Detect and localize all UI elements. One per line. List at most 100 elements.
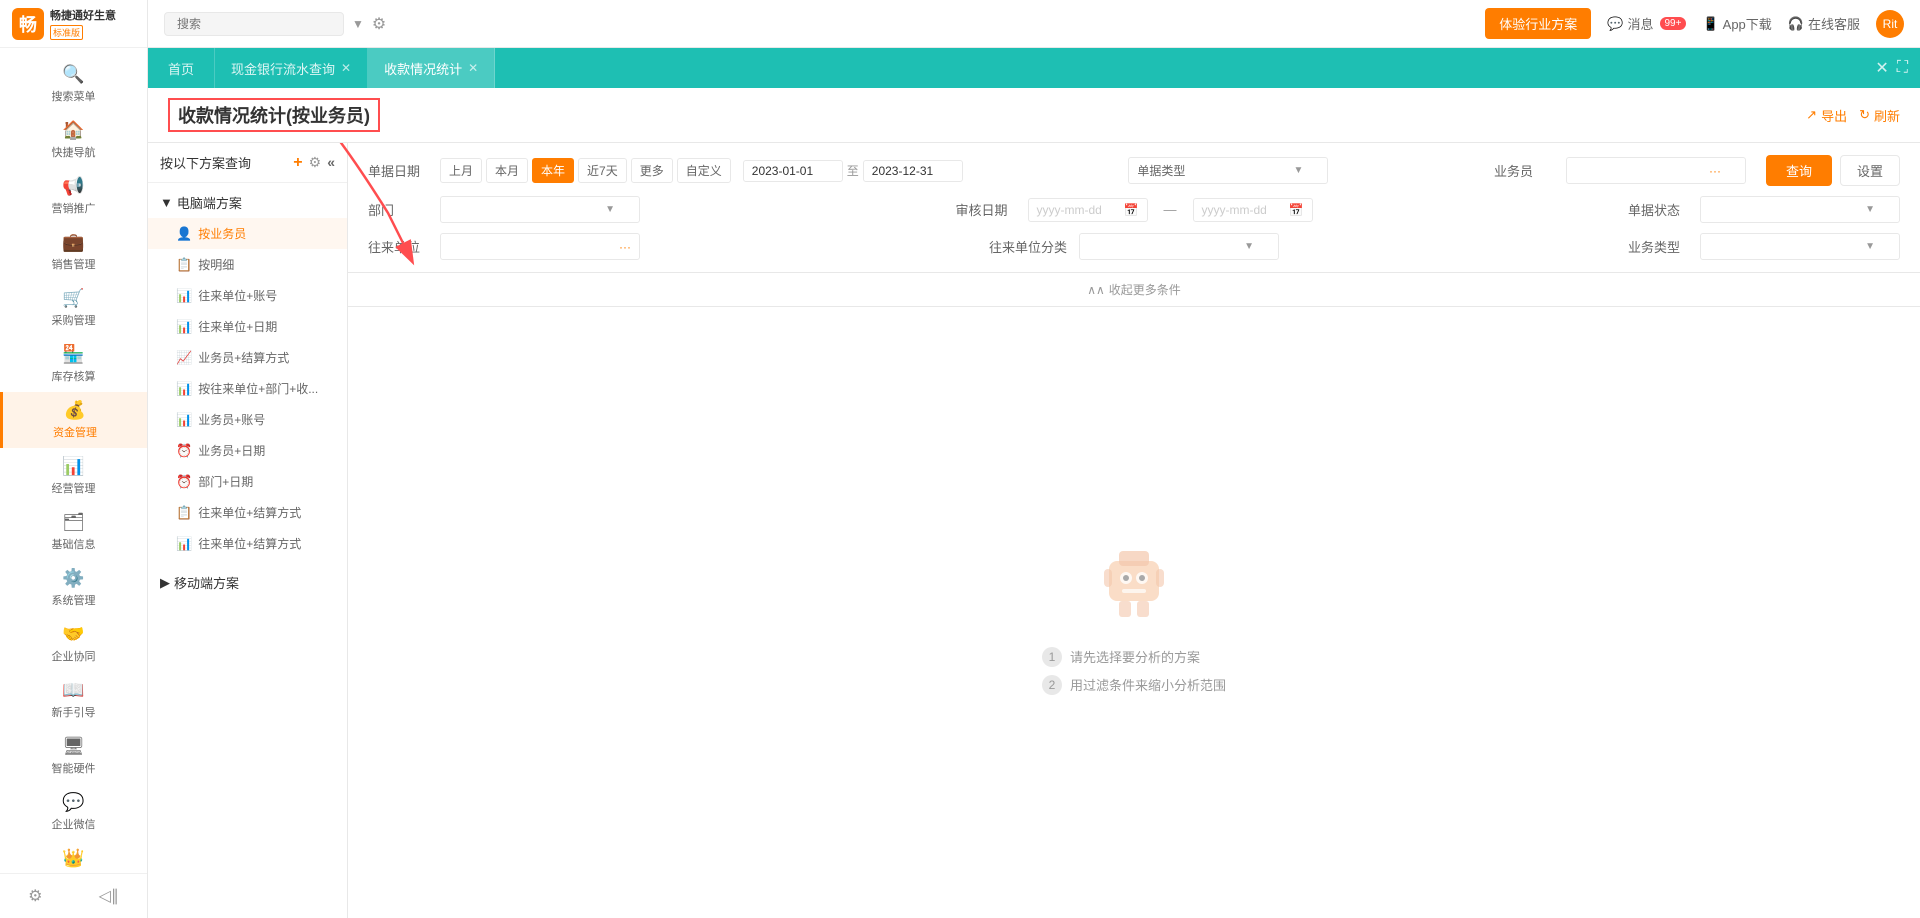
tab-close-bank-flow[interactable]: ✕ xyxy=(341,61,351,75)
scheme-item-by-salesperson[interactable]: 👤 按业务员 xyxy=(148,218,347,249)
empty-state: 1 请先选择要分析的方案 2 用过滤条件来缩小分析范围 xyxy=(348,307,1920,918)
scheme-item-salesperson-account[interactable]: 📊 业务员+账号 xyxy=(148,404,347,435)
date-range-separator: 至 xyxy=(847,162,859,179)
empty-hints: 1 请先选择要分析的方案 2 用过滤条件来缩小分析范围 xyxy=(1042,647,1226,695)
scheme-item-partner-dept-collection[interactable]: 📊 按往来单位+部门+收... xyxy=(148,373,347,404)
scheme-item-partner-settlement2[interactable]: 📊 往来单位+结算方式 xyxy=(148,528,347,559)
scheme-item-partner-settlement1[interactable]: 📋 往来单位+结算方式 xyxy=(148,497,347,528)
business-type-select[interactable]: ▼ xyxy=(1700,233,1900,260)
main-body: 按以下方案查询 + ⚙ « ▼ 电脑端方案 👤 按业务员 xyxy=(148,143,1920,918)
audit-date-from[interactable]: yyyy-mm-dd 📅 xyxy=(1028,198,1148,222)
scheme-item-partner-date[interactable]: 📊 往来单位+日期 xyxy=(148,311,347,342)
operation-icon: 📊 xyxy=(62,456,84,477)
query-button[interactable]: 查询 xyxy=(1766,155,1832,186)
message-btn[interactable]: 💬 消息 99+ xyxy=(1607,14,1686,33)
set-button[interactable]: 设置 xyxy=(1840,155,1900,186)
add-scheme-btn[interactable]: + xyxy=(293,154,302,172)
sidebar-nav: 🔍 搜索菜单 🏠 快捷导航 📢 营销推广 💼 销售管理 🛒 采购管理 🏪 库存核… xyxy=(0,48,147,873)
salesperson-more-btn[interactable]: ··· xyxy=(1709,164,1721,178)
partner-category-label: 往来单位分类 xyxy=(989,237,1067,256)
empty-robot-icon xyxy=(1084,531,1184,631)
scheme-settings-btn[interactable]: ⚙ xyxy=(309,154,322,172)
refresh-button[interactable]: ↻ 刷新 xyxy=(1859,106,1900,125)
audit-date-to[interactable]: yyyy-mm-dd 📅 xyxy=(1193,198,1313,222)
hint-num-1: 1 xyxy=(1042,647,1062,667)
date-from-input[interactable] xyxy=(743,160,843,182)
this-month-btn[interactable]: 本月 xyxy=(486,158,528,183)
partner-dept-icon: 📊 xyxy=(176,381,192,397)
page-header: 收款情况统计(按业务员) ↗ 导出 ↻ 刷新 xyxy=(148,88,1920,143)
user-avatar[interactable]: Rit xyxy=(1876,10,1904,38)
left-panel-action-group: + ⚙ « xyxy=(293,154,335,172)
sidebar-item-hardware[interactable]: 🖥 智能硬件 xyxy=(0,728,147,784)
this-year-btn[interactable]: 本年 xyxy=(532,158,574,183)
expand-tabs-btn[interactable]: ⛶ xyxy=(1897,59,1908,77)
collapse-more-btn[interactable]: ∧∧ 收起更多条件 xyxy=(1087,281,1181,298)
scheme-item-salesperson-settlement[interactable]: 📈 业务员+结算方式 xyxy=(148,342,347,373)
date-option-group: 上月 本月 本年 近7天 更多 自定义 xyxy=(440,158,731,183)
sidebar-item-operation[interactable]: 📊 经营管理 xyxy=(0,448,147,504)
partner-input[interactable]: ··· xyxy=(440,233,640,260)
scheme-item-salesperson-date[interactable]: ⏰ 业务员+日期 xyxy=(148,435,347,466)
last-7-days-btn[interactable]: 近7天 xyxy=(578,158,627,183)
sidebar-item-system[interactable]: ⚙️ 系统管理 xyxy=(0,560,147,616)
logo-text: 畅捷通好生意 标准版 xyxy=(50,7,116,40)
trial-button[interactable]: 体验行业方案 xyxy=(1485,8,1591,39)
more-date-btn[interactable]: 更多 xyxy=(631,158,673,183)
partner-account-icon: 📊 xyxy=(176,288,192,304)
basic-icon: 🗂 xyxy=(62,512,85,533)
partner-category-select[interactable]: ▼ xyxy=(1079,233,1279,260)
tab-home[interactable]: 首页 xyxy=(148,48,215,88)
dept-label: 部门 xyxy=(368,200,428,219)
custom-date-btn[interactable]: 自定义 xyxy=(677,158,731,183)
doc-status-arrow: ▼ xyxy=(1865,204,1875,215)
collapse-panel-btn[interactable]: « xyxy=(327,154,335,172)
partner-more-icon[interactable]: ··· xyxy=(619,240,631,254)
scheme-item-by-detail[interactable]: 📋 按明细 xyxy=(148,249,347,280)
sidebar-item-wechat[interactable]: 💬 企业微信 xyxy=(0,784,147,840)
search-icon: 🔍 xyxy=(62,64,84,85)
gear-icon[interactable]: ⚙ xyxy=(372,14,386,34)
partner-settlement2-icon: 📊 xyxy=(176,536,192,552)
tab-close-collection-stats[interactable]: ✕ xyxy=(468,61,478,75)
scheme-item-partner-account[interactable]: 📊 往来单位+账号 xyxy=(148,280,347,311)
pc-group-arrow: ▼ xyxy=(160,195,173,210)
sidebar-item-quick-nav[interactable]: 🏠 快捷导航 xyxy=(0,112,147,168)
doc-type-select[interactable]: 单据类型 ▼ xyxy=(1128,157,1328,184)
sidebar-item-enterprise[interactable]: 🤝 企业协同 xyxy=(0,616,147,672)
system-icon: ⚙️ xyxy=(62,568,84,589)
doc-status-select[interactable]: ▼ xyxy=(1700,196,1900,223)
export-button[interactable]: ↗ 导出 xyxy=(1806,106,1847,125)
date-range: 至 xyxy=(743,160,963,182)
tab-bank-flow[interactable]: 现金银行流水查询 ✕ xyxy=(215,48,368,88)
close-all-tabs-btn[interactable]: ✕ xyxy=(1875,58,1888,78)
date-to-input[interactable] xyxy=(863,160,963,182)
topbar: ▼ ⚙ 体验行业方案 💬 消息 99+ 📱 App下载 🎧 在线客服 Rit xyxy=(148,0,1920,48)
online-service-btn[interactable]: 🎧 在线客服 xyxy=(1788,14,1860,33)
calendar-icon-1: 📅 xyxy=(1124,203,1139,217)
service-icon: 🎧 xyxy=(1788,16,1804,32)
scheme-group-pc-header[interactable]: ▼ 电脑端方案 xyxy=(148,187,347,218)
sidebar-item-guide[interactable]: 📖 新手引导 xyxy=(0,672,147,728)
salesperson-select[interactable]: ··· xyxy=(1566,157,1746,184)
dept-select[interactable]: ▼ xyxy=(440,196,640,223)
sidebar-item-purchase[interactable]: 🛒 采购管理 xyxy=(0,280,147,336)
scheme-item-dept-date[interactable]: ⏰ 部门+日期 xyxy=(148,466,347,497)
tab-collection-stats[interactable]: 收款情况统计 ✕ xyxy=(368,48,495,88)
collapse-bar: ∧∧ 收起更多条件 xyxy=(348,273,1920,307)
settings-footer-btn[interactable]: ⚙ xyxy=(28,886,42,906)
sidebar-item-basic[interactable]: 🗂 基础信息 xyxy=(0,504,147,560)
app-download-btn[interactable]: 📱 App下载 xyxy=(1702,14,1771,33)
sidebar-item-member[interactable]: 👑 畅会员 xyxy=(0,840,147,873)
topbar-left: ▼ ⚙ xyxy=(164,12,386,36)
last-month-btn[interactable]: 上月 xyxy=(440,158,482,183)
sidebar-item-finance[interactable]: 💰 资金管理 xyxy=(0,392,147,448)
search-input[interactable] xyxy=(164,12,344,36)
sidebar-item-search[interactable]: 🔍 搜索菜单 xyxy=(0,56,147,112)
sidebar-item-sales[interactable]: 💼 销售管理 xyxy=(0,224,147,280)
sidebar-item-inventory[interactable]: 🏪 库存核算 xyxy=(0,336,147,392)
collapse-footer-btn[interactable]: ◁∥ xyxy=(99,886,119,906)
scheme-group-mobile-header[interactable]: ▶ 移动端方案 xyxy=(148,567,347,598)
sidebar-item-marketing[interactable]: 📢 营销推广 xyxy=(0,168,147,224)
salesperson-label: 业务员 xyxy=(1494,161,1554,180)
